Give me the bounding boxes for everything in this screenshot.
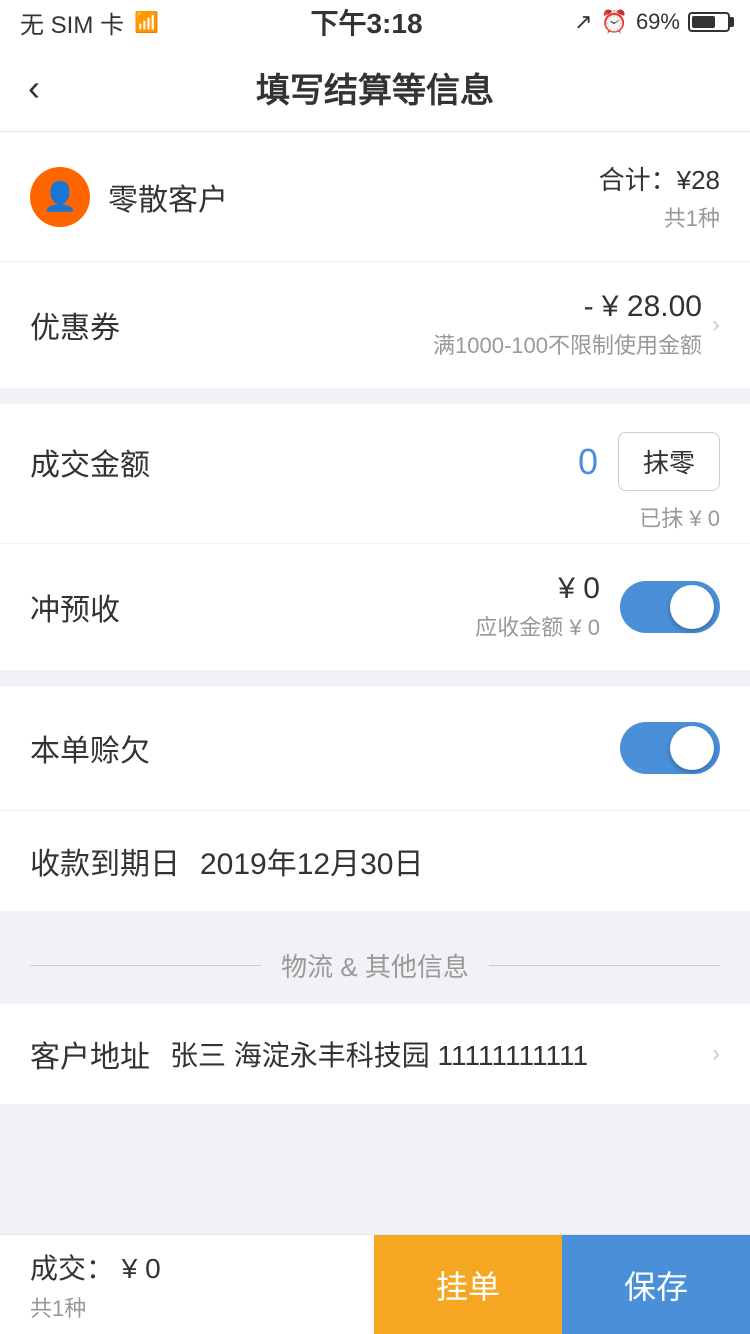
hang-button[interactable]: 挂单 <box>374 1235 562 1334</box>
wifi-icon: 📶 <box>134 10 159 35</box>
customer-row: 👤 零散客户 合计：¥28 共1种 <box>0 132 750 261</box>
amount-label: 成交金额 <box>30 440 150 484</box>
debt-row: 本单赊欠 <box>0 686 750 810</box>
customer-name: 零散客户 <box>108 175 228 219</box>
debt-label: 本单赊欠 <box>30 726 150 770</box>
bottom-summary: 成交： ¥ 0 共1种 <box>0 1247 374 1323</box>
battery-fill <box>692 16 715 28</box>
bottom-count: 共1种 <box>30 1291 344 1323</box>
save-button[interactable]: 保存 <box>562 1235 750 1334</box>
bottom-deal-value: ¥ 0 <box>122 1253 161 1284</box>
already-rounded: 已抹 ¥ 0 <box>639 506 720 531</box>
person-icon: 👤 <box>43 180 78 213</box>
coupon-sub: 满1000-100不限制使用金额 <box>433 328 702 360</box>
amount-section: 成交金额 0 抹零 已抹 ¥ 0 冲预收 ¥ 0 应收金额 ¥ 0 <box>0 404 750 670</box>
avatar: 👤 <box>30 167 90 227</box>
logistics-label: 物流 & 其他信息 <box>281 947 469 984</box>
due-date-label: 收款到期日 <box>30 839 180 883</box>
logistics-header: 物流 & 其他信息 <box>0 927 750 1004</box>
amount-value[interactable]: 0 <box>578 441 598 483</box>
prepay-label: 冲预收 <box>30 585 120 629</box>
round-zero-button[interactable]: 抹零 <box>618 432 720 491</box>
debt-toggle-knob <box>670 726 714 770</box>
address-chevron-icon: › <box>712 1040 720 1068</box>
coupon-right: - ¥ 28.00 满1000-100不限制使用金额 › <box>433 290 720 360</box>
amount-right: 0 抹零 <box>578 432 720 491</box>
customer-left: 👤 零散客户 <box>30 167 228 227</box>
prepay-amount: ¥ 0 <box>475 572 600 606</box>
bottom-deal-row: 成交： ¥ 0 <box>30 1247 344 1287</box>
status-left: 无 SIM 卡 📶 <box>20 5 159 40</box>
coupon-discount: - ¥ 28.00 <box>433 290 702 324</box>
prepay-sub: 应收金额 ¥ 0 <box>475 610 600 642</box>
location-icon: ↗ <box>574 9 592 35</box>
page-title: 填写结算等信息 <box>256 63 494 112</box>
carrier-label: 无 SIM 卡 <box>20 5 124 40</box>
status-right: ↗ ⏰ 69% <box>574 9 730 35</box>
coupon-row[interactable]: 优惠券 - ¥ 28.00 满1000-100不限制使用金额 › <box>0 261 750 388</box>
prepay-right: ¥ 0 应收金额 ¥ 0 <box>475 572 720 642</box>
due-date-value: 2019年12月30日 <box>200 839 423 883</box>
amount-row: 成交金额 0 抹零 <box>30 432 720 491</box>
customer-section: 👤 零散客户 合计：¥28 共1种 优惠券 - ¥ 28.00 满1000-10… <box>0 132 750 388</box>
customer-right: 合计：¥28 共1种 <box>599 160 720 233</box>
coupon-label: 优惠券 <box>30 303 120 347</box>
bottom-bar: 成交： ¥ 0 共1种 挂单 保存 <box>0 1234 750 1334</box>
address-label: 客户地址 <box>30 1032 150 1076</box>
prepay-row: 冲预收 ¥ 0 应收金额 ¥ 0 <box>0 543 750 670</box>
logistics-line-right <box>489 965 720 966</box>
nav-bar: ‹ 填写结算等信息 <box>0 44 750 132</box>
toggle-knob <box>670 585 714 629</box>
total-count: 共1种 <box>599 201 720 233</box>
prepay-toggle[interactable] <box>620 581 720 633</box>
prepay-values: ¥ 0 应收金额 ¥ 0 <box>475 572 600 642</box>
total-label: 合计：¥28 <box>599 160 720 197</box>
battery-bar <box>688 12 730 32</box>
debt-section: 本单赊欠 收款到期日 2019年12月30日 <box>0 686 750 911</box>
logistics-line-left <box>30 965 261 966</box>
battery-percent: 69% <box>636 9 680 35</box>
address-value: 张三 海淀永丰科技园 11111111111 <box>170 1034 712 1074</box>
status-time: 下午3:18 <box>310 2 422 42</box>
address-row[interactable]: 客户地址 张三 海淀永丰科技园 11111111111 › <box>0 1004 750 1104</box>
status-bar: 无 SIM 卡 📶 下午3:18 ↗ ⏰ 69% <box>0 0 750 44</box>
due-date-row: 收款到期日 2019年12月30日 <box>0 810 750 911</box>
alarm-icon: ⏰ <box>601 9 628 35</box>
bottom-deal-label: 成交： <box>30 1253 114 1284</box>
back-button[interactable]: ‹ <box>28 67 40 109</box>
chevron-right-icon: › <box>712 311 720 339</box>
debt-toggle[interactable] <box>620 722 720 774</box>
address-section: 客户地址 张三 海淀永丰科技园 11111111111 › <box>0 1004 750 1104</box>
